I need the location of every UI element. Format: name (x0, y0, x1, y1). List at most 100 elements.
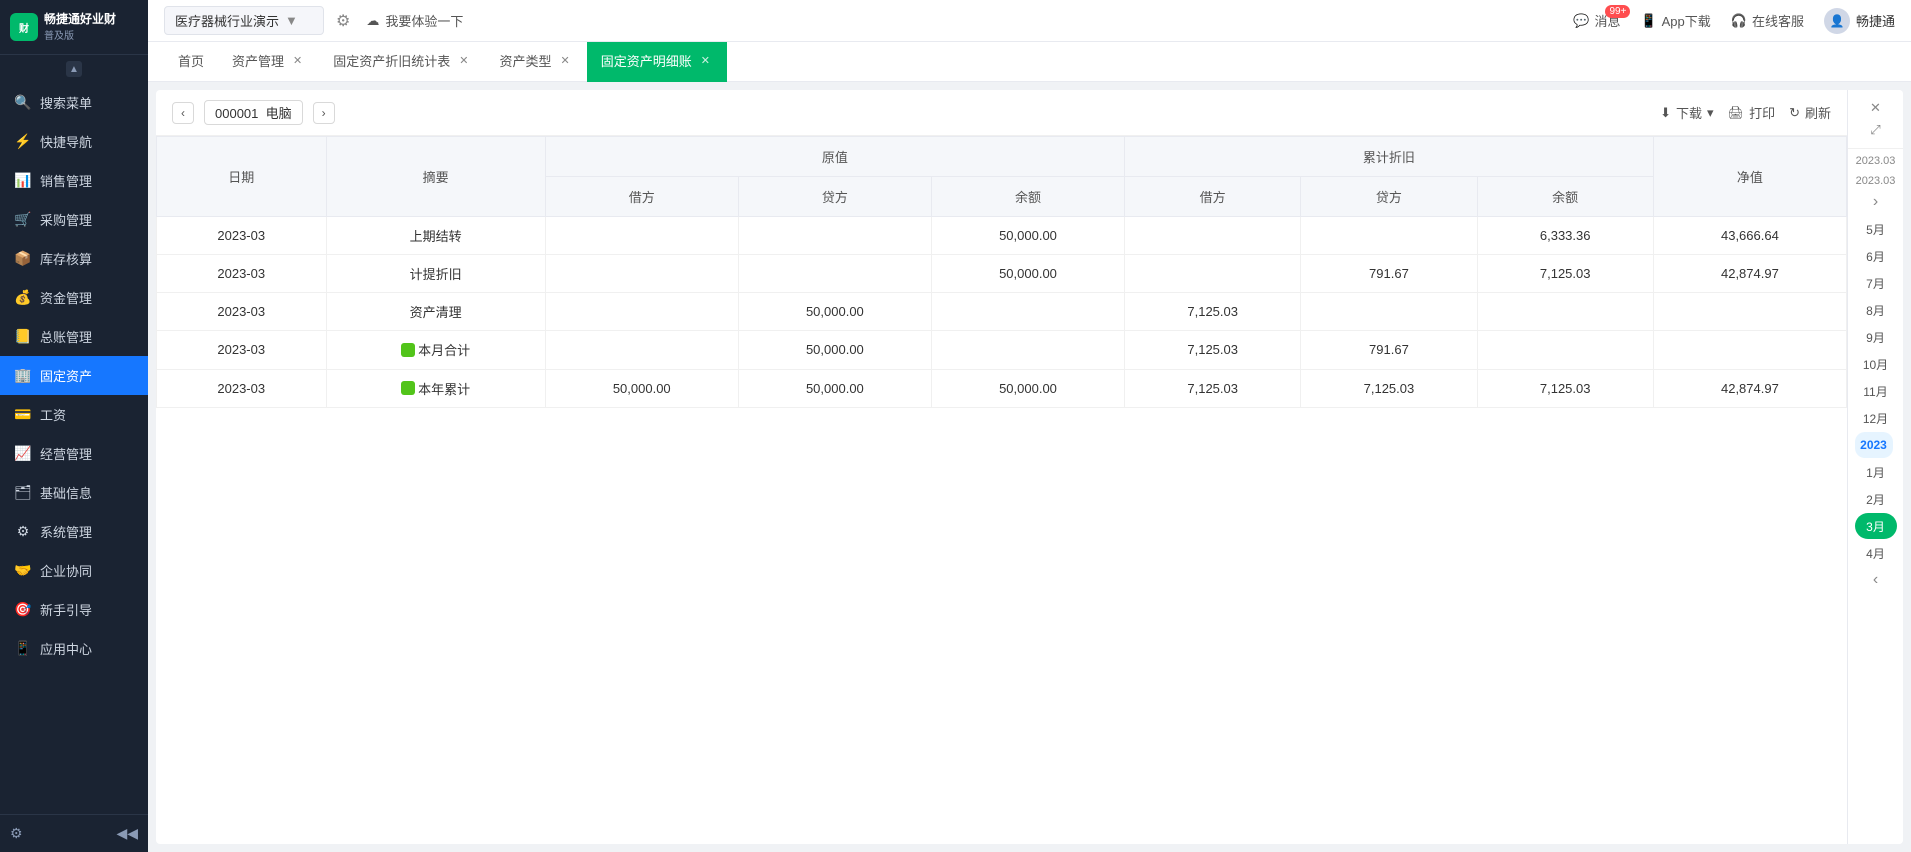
sidebar-item-quicknav[interactable]: ⚡ 快捷导航 (0, 122, 148, 161)
collab-icon: 🤝 (14, 562, 32, 580)
timeline-month-item[interactable]: 12月 (1855, 405, 1897, 431)
fixed_assets-icon: 🏢 (14, 367, 32, 385)
cell-acc-balance (1477, 331, 1653, 370)
chevron-down-icon: ▾ (1707, 105, 1714, 121)
module-name: 医疗器械行业演示 (175, 11, 279, 30)
tab-asset_type[interactable]: 资产类型 ✕ (485, 42, 586, 82)
timeline-month-item[interactable]: 5月 (1855, 216, 1897, 242)
module-selector[interactable]: 医疗器械行业演示 ▼ (164, 6, 324, 35)
th-orig-credit: 贷方 (738, 177, 931, 217)
headset-icon: 🎧 (1731, 13, 1747, 29)
cell-orig-balance (931, 293, 1124, 331)
sidebar-item-guide[interactable]: 🎯 新手引导 (0, 590, 148, 629)
download-label: 下载 (1676, 103, 1702, 122)
cell-summary: 本年累计 (326, 369, 545, 408)
funds-icon: 💰 (14, 289, 32, 307)
cell-orig-credit: 50,000.00 (738, 369, 931, 408)
tab-close-depreciation_stats[interactable]: ✕ (456, 53, 471, 68)
cell-summary: 上期结转 (326, 217, 545, 255)
th-original-value: 原值 (545, 137, 1124, 177)
tab-close-asset_mgmt[interactable]: ✕ (290, 53, 305, 68)
settings-icon[interactable]: ⚙ (10, 825, 23, 842)
th-orig-debit: 借方 (545, 177, 738, 217)
th-net-value: 净值 (1653, 137, 1846, 217)
sidebar-item-collab[interactable]: 🤝 企业协同 (0, 551, 148, 590)
print-label: 打印 (1749, 103, 1775, 122)
apps-icon: 📱 (14, 640, 32, 658)
cell-orig-debit (545, 293, 738, 331)
tab-asset_mgmt[interactable]: 资产管理 ✕ (218, 42, 319, 82)
cell-date: 2023-03 (157, 331, 327, 370)
tab-label-asset_type: 资产类型 (499, 51, 551, 70)
username: 畅捷通 (1856, 11, 1895, 30)
app-download-btn[interactable]: 📱 App下载 (1640, 11, 1710, 30)
tab-asset_detail[interactable]: 固定资产明细账✕ (587, 42, 727, 82)
sidebar-scroll-up[interactable]: ▲ (66, 61, 82, 77)
operations-icon: 📈 (14, 445, 32, 463)
tab-close-asset_detail[interactable]: ✕ (698, 53, 713, 68)
gear-icon[interactable]: ⚙ (336, 11, 350, 31)
tab-label-asset_mgmt: 资产管理 (232, 51, 284, 70)
collapse-icon[interactable]: ◀◀ (116, 825, 138, 842)
timeline-month-item[interactable]: 9月 (1855, 324, 1897, 350)
timeline-panel: ✕ ⤢ 2023.03 2023.03 › 5月6月7月8月9月10月11月12… (1847, 90, 1903, 844)
sidebar-item-inventory[interactable]: 📦 库存核算 (0, 239, 148, 278)
purchase-icon: 🛒 (14, 211, 32, 229)
topbar-right: 💬 消息 99+ 📱 App下载 🎧 在线客服 👤 畅捷通 (1573, 8, 1895, 34)
timeline-year-label: 2023 (1855, 432, 1893, 458)
experience-label: 我要体验一下 (385, 11, 463, 30)
table-row: 2023-03 计提折旧 50,000.00 791.67 7,125.03 4… (157, 255, 1847, 293)
next-asset-btn[interactable]: › (313, 102, 335, 124)
sidebar-item-ledger[interactable]: 📒 总账管理 (0, 317, 148, 356)
cell-acc-balance: 7,125.03 (1477, 369, 1653, 408)
sidebar-item-funds[interactable]: 💰 资金管理 (0, 278, 148, 317)
sidebar-item-apps[interactable]: 📱 应用中心 (0, 629, 148, 668)
timeline-month-item[interactable]: 8月 (1855, 297, 1897, 323)
sidebar-item-search[interactable]: 🔍 搜索菜单 (0, 83, 148, 122)
messages-btn[interactable]: 💬 消息 99+ (1573, 11, 1620, 30)
sidebar-item-label-funds: 资金管理 (40, 288, 92, 307)
timeline-month-item[interactable]: 10月 (1855, 351, 1897, 377)
tab-close-asset_type[interactable]: ✕ (558, 53, 573, 68)
sidebar-item-basic_info[interactable]: 🗂 基础信息 (0, 473, 148, 512)
timeline-month-item[interactable]: 6月 (1855, 243, 1897, 269)
timeline-month-item[interactable]: 1月 (1855, 459, 1897, 485)
expand-icon[interactable]: ⤢ (1866, 120, 1884, 140)
prev-asset-btn[interactable]: ‹ (172, 102, 194, 124)
sidebar-item-label-quicknav: 快捷导航 (40, 132, 92, 151)
timeline-month-item[interactable]: 2月 (1855, 486, 1897, 512)
sidebar-item-sales[interactable]: 📊 销售管理 (0, 161, 148, 200)
sidebar-item-purchase[interactable]: 🛒 采购管理 (0, 200, 148, 239)
timeline-up-icon[interactable]: › (1869, 189, 1882, 215)
basic_info-icon: 🗂 (14, 484, 32, 502)
user-menu[interactable]: 👤 畅捷通 (1824, 8, 1895, 34)
tab-depreciation_stats[interactable]: 固定资产折旧统计表✕ (319, 42, 485, 82)
timeline-down-icon[interactable]: ‹ (1869, 567, 1882, 593)
support-btn[interactable]: 🎧 在线客服 (1731, 11, 1804, 30)
cell-acc-debit: 7,125.03 (1125, 293, 1301, 331)
timeline-month-item[interactable]: 11月 (1855, 378, 1897, 404)
timeline-month-item[interactable]: 3月 (1855, 513, 1897, 539)
sidebar-item-payroll[interactable]: 💳 工资 (0, 395, 148, 434)
cell-acc-debit: 7,125.03 (1125, 369, 1301, 408)
sidebar-item-fixed_assets[interactable]: 🏢 固定资产 (0, 356, 148, 395)
th-orig-balance: 余额 (931, 177, 1124, 217)
timeline-month-item[interactable]: 4月 (1855, 540, 1897, 566)
sidebar-item-operations[interactable]: 📈 经营管理 (0, 434, 148, 473)
refresh-btn[interactable]: ↻ 刷新 (1789, 103, 1831, 122)
th-summary: 摘要 (326, 137, 545, 217)
search-icon: 🔍 (14, 94, 32, 112)
download-btn[interactable]: ⬇ 下载 ▾ (1660, 103, 1713, 122)
sidebar: 财 畅捷通好业财 普及版 ▲ 🔍 搜索菜单 ⚡ 快捷导航 📊 销售管理 🛒 采购… (0, 0, 148, 852)
close-icon[interactable]: ✕ (1866, 98, 1885, 118)
toolbar-right: ⬇ 下载 ▾ 🖨 打印 ↻ 刷新 (1660, 103, 1831, 122)
download-icon: 📱 (1640, 13, 1656, 29)
timeline-month-item[interactable]: 7月 (1855, 270, 1897, 296)
print-btn[interactable]: 🖨 打印 (1728, 103, 1776, 122)
guide-icon: 🎯 (14, 601, 32, 619)
tab-home[interactable]: 首页 (164, 42, 218, 82)
sidebar-item-system[interactable]: ⚙ 系统管理 (0, 512, 148, 551)
experience-btn[interactable]: ☁ 我要体验一下 (366, 11, 463, 30)
cell-summary[interactable]: 计提折旧 (326, 255, 545, 293)
ledger-table: 日期 摘要 原值 累计折旧 净值 借方 贷方 余额 借方 贷方 余额 (156, 136, 1847, 408)
